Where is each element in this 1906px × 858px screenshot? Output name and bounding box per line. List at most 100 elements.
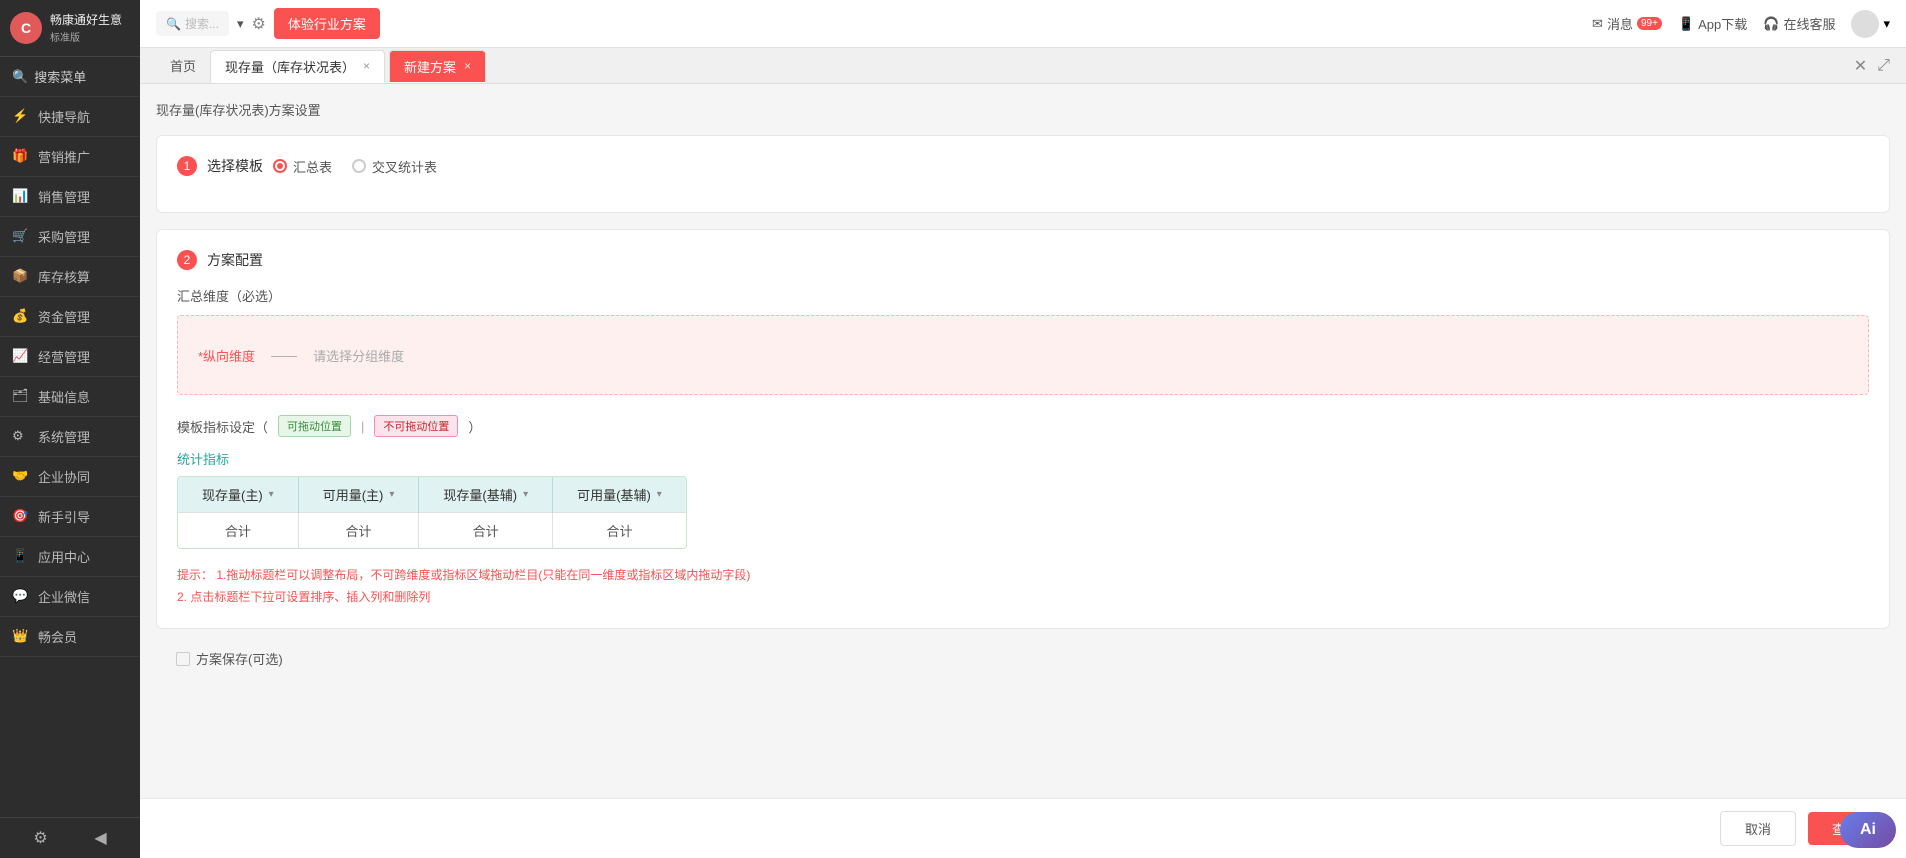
sidebar-item-quick-nav[interactable]: ⚡ 快捷导航 <box>0 97 140 137</box>
collapse-icon[interactable]: ◀ <box>94 828 106 848</box>
app-name: 畅康通好生意 <box>50 12 122 29</box>
chevron-down-icon: ▾ <box>1883 16 1890 32</box>
sidebar-item-label: 库存核算 <box>38 267 90 286</box>
save-option-area: 方案保存(可选) <box>156 637 1890 680</box>
search-icon: 🔍 <box>12 69 28 85</box>
logo-icon: C <box>10 12 42 44</box>
radio-summary[interactable]: 汇总表 <box>273 157 332 176</box>
customer-service-btn[interactable]: 🎧 在线客服 <box>1763 14 1835 33</box>
step1-num: 1 <box>177 156 197 176</box>
tab-inventory-label: 现存量（库存状况表） <box>225 57 355 76</box>
dimension-label: 汇总维度（必选） <box>177 286 1869 305</box>
vertical-dimension-label: *纵向维度 <box>198 346 255 365</box>
sidebar-item-basic-info[interactable]: 🗂 基础信息 <box>0 377 140 417</box>
step2-header: 2 方案配置 <box>177 250 1869 270</box>
trial-btn[interactable]: 体验行业方案 <box>274 8 380 39</box>
sidebar-search[interactable]: 🔍 搜索菜单 <box>0 57 140 97</box>
tab-inventory-status[interactable]: 现存量（库存状况表） × <box>210 50 385 83</box>
ai-badge[interactable]: Ai <box>1840 812 1896 848</box>
col1-chevron: ▾ <box>269 489 274 500</box>
tab-home-label: 首页 <box>170 56 196 75</box>
col2-chevron: ▾ <box>389 489 394 500</box>
topbar-dropdown[interactable]: ▾ <box>237 16 244 32</box>
col1-label: 现存量(主) <box>202 485 263 504</box>
sidebar-item-label: 资金管理 <box>38 307 90 326</box>
enterprise-icon: 🤝 <box>12 468 30 486</box>
sidebar-item-finance[interactable]: 💰 资金管理 <box>0 297 140 337</box>
col2-sub: 合计 <box>298 513 419 549</box>
sidebar-item-marketing[interactable]: 🎁 营销推广 <box>0 137 140 177</box>
messages-badge: 99+ <box>1637 17 1662 30</box>
save-checkbox[interactable] <box>176 652 190 666</box>
finance-icon: 💰 <box>12 308 30 326</box>
user-profile[interactable]: ▾ <box>1851 10 1890 38</box>
cancel-button[interactable]: 取消 <box>1720 811 1796 846</box>
sidebar-item-label: 企业微信 <box>38 587 90 606</box>
sidebar-item-label: 营销推广 <box>38 147 90 166</box>
indicator-label-sep: | <box>361 419 364 434</box>
app-version: 标准版 <box>50 29 122 44</box>
quick-nav-icon: ⚡ <box>12 108 30 126</box>
customer-service-label: 在线客服 <box>1783 14 1835 33</box>
col2-label: 可用量(主) <box>323 485 384 504</box>
newbie-icon: 🎯 <box>12 508 30 526</box>
sidebar-item-label: 新手引导 <box>38 507 90 526</box>
member-icon: 👑 <box>12 628 30 646</box>
topbar-search[interactable]: 🔍 搜索... <box>156 11 229 36</box>
sidebar-item-label: 采购管理 <box>38 227 90 246</box>
sidebar-item-sales[interactable]: 📊 销售管理 <box>0 177 140 217</box>
tab-new-close[interactable]: × <box>464 59 471 73</box>
tab-new-scheme[interactable]: 新建方案 × <box>389 50 486 83</box>
col-header-1[interactable]: 现存量(主) ▾ <box>178 477 298 513</box>
settings-bottom-icon[interactable]: ⚙ <box>33 828 47 848</box>
save-label: 方案保存(可选) <box>196 649 283 668</box>
expand-window-btn[interactable]: ⤢ <box>1877 57 1890 75</box>
col1-sub: 合计 <box>178 513 298 549</box>
sidebar-item-label: 畅会员 <box>38 627 77 646</box>
dimension-dash: —— <box>271 348 297 363</box>
sidebar-item-purchase[interactable]: 🛒 采购管理 <box>0 217 140 257</box>
action-buttons: 取消 查询 <box>140 798 1906 858</box>
dimension-placeholder: 请选择分组维度 <box>313 346 404 365</box>
sidebar-item-label: 应用中心 <box>38 547 90 566</box>
sidebar-item-enterprise[interactable]: 🤝 企业协同 <box>0 457 140 497</box>
col-header-4[interactable]: 可用量(基辅) ▾ <box>553 477 686 513</box>
close-window-btn[interactable]: ✕ <box>1854 56 1867 76</box>
save-checkbox-label[interactable]: 方案保存(可选) <box>176 649 283 668</box>
sidebar-item-system[interactable]: ⚙ 系统管理 <box>0 417 140 457</box>
main-area: 🔍 搜索... ▾ ⚙ 体验行业方案 ✉ 消息 99+ 📱 App下载 🎧 在线… <box>140 0 1906 858</box>
content-area: 现存量(库存状况表)方案设置 1 选择模板 汇总表 交叉统计表 <box>140 84 1906 858</box>
col-header-2[interactable]: 可用量(主) ▾ <box>298 477 419 513</box>
tips-title-text: 提示： <box>177 568 213 582</box>
dimension-drop-area[interactable]: *纵向维度 —— 请选择分组维度 <box>177 315 1869 395</box>
columns-table: 现存量(主) ▾ 可用量(主) ▾ <box>178 477 686 548</box>
inventory-icon: 📦 <box>12 268 30 286</box>
search-icon: 🔍 <box>166 17 181 31</box>
messages-btn[interactable]: ✉ 消息 99+ <box>1592 14 1662 33</box>
radio-summary-dot <box>273 159 287 173</box>
sidebar-item-app-center[interactable]: 📱 应用中心 <box>0 537 140 577</box>
sidebar-item-wechat[interactable]: 💬 企业微信 <box>0 577 140 617</box>
sales-icon: 📊 <box>12 188 30 206</box>
radio-summary-label: 汇总表 <box>293 157 332 176</box>
tips-area: 提示： 1.拖动标题栏可以调整布局，不可跨维度或指标区域拖动栏目(只能在同一维度… <box>177 565 1869 608</box>
system-icon: ⚙ <box>12 428 30 446</box>
col-header-3[interactable]: 现存量(基辅) ▾ <box>419 477 553 513</box>
sidebar-item-label: 企业协同 <box>38 467 90 486</box>
step2-card: 2 方案配置 汇总维度（必选） *纵向维度 —— 请选择分组维度 模板指标设定（… <box>156 229 1890 629</box>
sidebar-item-newbie[interactable]: 🎯 新手引导 <box>0 497 140 537</box>
search-placeholder: 搜索... <box>185 15 219 32</box>
tab-window-controls: ✕ ⤢ <box>1854 56 1890 76</box>
sidebar-item-member[interactable]: 👑 畅会员 <box>0 617 140 657</box>
app-download-label: App下载 <box>1698 14 1747 33</box>
tab-inventory-close[interactable]: × <box>363 59 370 73</box>
topbar: 🔍 搜索... ▾ ⚙ 体验行业方案 ✉ 消息 99+ 📱 App下载 🎧 在线… <box>140 0 1906 48</box>
radio-cross[interactable]: 交叉统计表 <box>352 157 437 176</box>
app-download-btn[interactable]: 📱 App下载 <box>1678 14 1747 33</box>
tab-home[interactable]: 首页 <box>156 50 210 81</box>
sidebar-item-label: 快捷导航 <box>38 107 90 126</box>
sidebar-item-operations[interactable]: 📈 经营管理 <box>0 337 140 377</box>
topbar-gear-icon[interactable]: ⚙ <box>252 14 266 34</box>
col4-chevron: ▾ <box>657 489 662 500</box>
sidebar-item-inventory[interactable]: 📦 库存核算 <box>0 257 140 297</box>
